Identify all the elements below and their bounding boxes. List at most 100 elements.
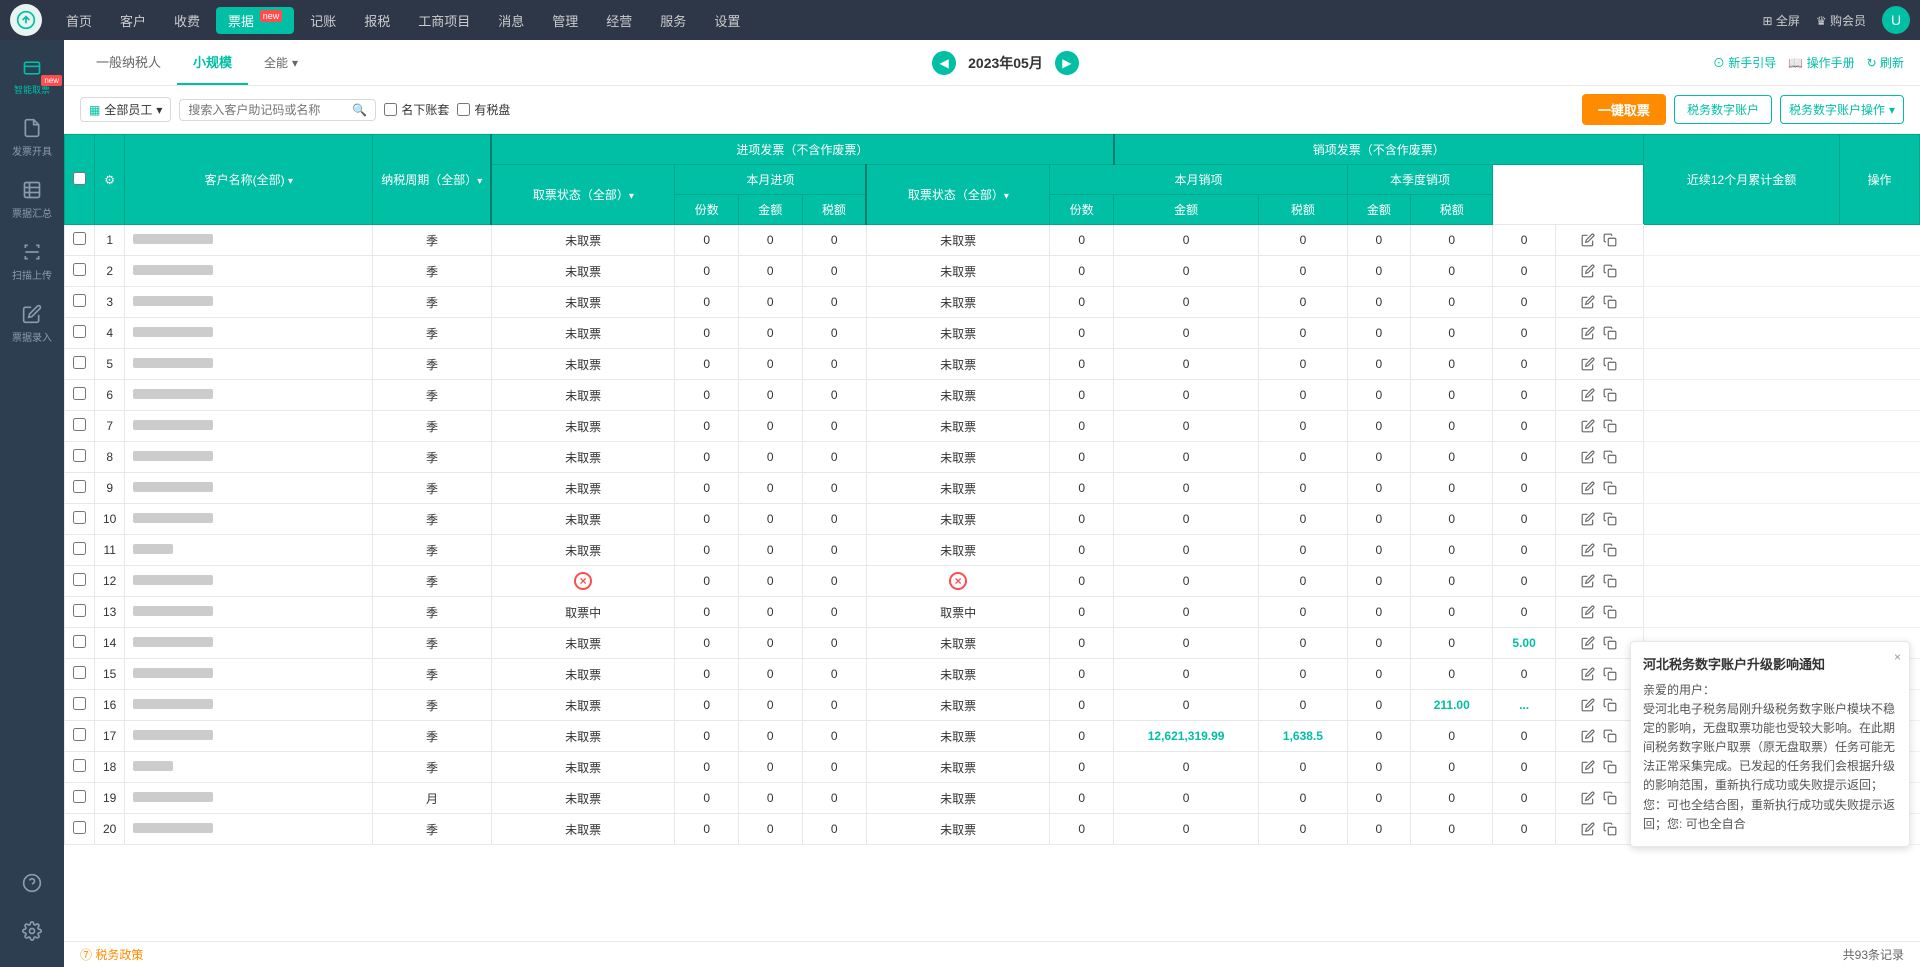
tab-all[interactable]: 全能 ▾ — [264, 54, 298, 71]
next-month-btn[interactable]: ▶ — [1055, 51, 1079, 75]
manual-btn[interactable]: 📖 操作手册 — [1788, 54, 1854, 71]
edit-btn[interactable] — [1579, 820, 1597, 838]
row-checkbox[interactable] — [73, 728, 86, 741]
copy-btn[interactable] — [1601, 479, 1619, 497]
member-btn[interactable]: ♛ 购会员 — [1816, 12, 1866, 29]
nav-management[interactable]: 管理 — [540, 7, 590, 34]
copy-btn[interactable] — [1601, 603, 1619, 621]
row-checkbox[interactable] — [73, 356, 86, 369]
row-checkbox[interactable] — [73, 821, 86, 834]
row-checkbox[interactable] — [73, 573, 86, 586]
search-box[interactable]: 🔍 — [179, 99, 376, 121]
nav-fee[interactable]: 收费 — [162, 7, 212, 34]
popup-close-btn[interactable]: × — [1894, 650, 1901, 664]
settings-icon[interactable]: ⚙ — [104, 173, 115, 187]
sidebar-bottom-help[interactable] — [14, 863, 50, 903]
row-checkbox-cell[interactable] — [65, 628, 95, 659]
copy-btn[interactable] — [1601, 355, 1619, 373]
nav-settings[interactable]: 设置 — [702, 7, 752, 34]
tax-policy-link[interactable]: ⑦ 税务政策 — [80, 946, 143, 963]
employee-filter[interactable]: ▦ 全部员工 ▾ — [80, 97, 171, 122]
row-checkbox-cell[interactable] — [65, 752, 95, 783]
edit-btn[interactable] — [1579, 541, 1597, 559]
copy-btn[interactable] — [1601, 634, 1619, 652]
nav-ticket[interactable]: 票据 new — [216, 7, 294, 34]
copy-btn[interactable] — [1601, 758, 1619, 776]
copy-btn[interactable] — [1601, 417, 1619, 435]
sidebar-item-entry[interactable]: 票据录入 — [0, 294, 64, 352]
copy-btn[interactable] — [1601, 541, 1619, 559]
row-checkbox[interactable] — [73, 232, 86, 245]
sidebar-item-invoice[interactable]: 发票开具 — [0, 108, 64, 166]
row-checkbox-cell[interactable] — [65, 566, 95, 597]
row-checkbox-cell[interactable] — [65, 411, 95, 442]
row-checkbox[interactable] — [73, 697, 86, 710]
edit-btn[interactable] — [1579, 665, 1597, 683]
row-checkbox[interactable] — [73, 294, 86, 307]
edit-btn[interactable] — [1579, 696, 1597, 714]
row-checkbox-cell[interactable] — [65, 659, 95, 690]
copy-btn[interactable] — [1601, 665, 1619, 683]
row-checkbox-cell[interactable] — [65, 690, 95, 721]
edit-btn[interactable] — [1579, 386, 1597, 404]
one-click-ticket-btn[interactable]: 一键取票 — [1582, 94, 1666, 125]
edit-btn[interactable] — [1579, 262, 1597, 280]
nav-operations[interactable]: 经营 — [594, 7, 644, 34]
row-checkbox-cell[interactable] — [65, 442, 95, 473]
row-checkbox-cell[interactable] — [65, 380, 95, 411]
edit-btn[interactable] — [1579, 758, 1597, 776]
copy-btn[interactable] — [1601, 820, 1619, 838]
sidebar-item-summary[interactable]: 票据汇总 — [0, 170, 64, 228]
edit-btn[interactable] — [1579, 417, 1597, 435]
row-checkbox-cell[interactable] — [65, 814, 95, 845]
row-checkbox[interactable] — [73, 263, 86, 276]
fullscreen-btn[interactable]: ⊞ 全屏 — [1762, 12, 1799, 29]
edit-btn[interactable] — [1579, 603, 1597, 621]
row-checkbox-cell[interactable] — [65, 535, 95, 566]
copy-btn[interactable] — [1601, 386, 1619, 404]
row-checkbox[interactable] — [73, 759, 86, 772]
row-checkbox-cell[interactable] — [65, 256, 95, 287]
row-checkbox[interactable] — [73, 511, 86, 524]
copy-btn[interactable] — [1601, 448, 1619, 466]
user-avatar[interactable]: U — [1882, 6, 1910, 34]
nav-service[interactable]: 服务 — [648, 7, 698, 34]
search-input[interactable] — [188, 103, 348, 117]
row-checkbox-cell[interactable] — [65, 597, 95, 628]
prev-month-btn[interactable]: ◀ — [932, 51, 956, 75]
edit-btn[interactable] — [1579, 510, 1597, 528]
edit-btn[interactable] — [1579, 634, 1597, 652]
row-checkbox[interactable] — [73, 542, 86, 555]
row-checkbox-cell[interactable] — [65, 721, 95, 752]
row-checkbox[interactable] — [73, 666, 86, 679]
tab-small-scale[interactable]: 小规模 — [177, 40, 248, 85]
digital-account-ops-btn[interactable]: 税务数字账户操作 ▾ — [1780, 95, 1904, 124]
checkbox-taxdisk[interactable]: 有税盘 — [457, 101, 510, 118]
nav-message[interactable]: 消息 — [486, 7, 536, 34]
checkbox-account[interactable]: 名下账套 — [384, 101, 449, 118]
edit-btn[interactable] — [1579, 324, 1597, 342]
copy-btn[interactable] — [1601, 293, 1619, 311]
row-checkbox-cell[interactable] — [65, 225, 95, 256]
copy-btn[interactable] — [1601, 696, 1619, 714]
row-checkbox-cell[interactable] — [65, 318, 95, 349]
digital-account-btn[interactable]: 税务数字账户 — [1674, 95, 1772, 124]
edit-btn[interactable] — [1579, 727, 1597, 745]
sidebar-item-smart-ticket[interactable]: 智能取票 new — [0, 48, 64, 104]
guide-btn[interactable]: ⊙ 新手引导 — [1713, 54, 1776, 71]
select-all-checkbox[interactable] — [73, 172, 86, 185]
copy-btn[interactable] — [1601, 324, 1619, 342]
nav-accounting[interactable]: 记账 — [298, 7, 348, 34]
edit-btn[interactable] — [1579, 355, 1597, 373]
row-checkbox-cell[interactable] — [65, 473, 95, 504]
copy-btn[interactable] — [1601, 262, 1619, 280]
nav-home[interactable]: 首页 — [54, 7, 104, 34]
edit-btn[interactable] — [1579, 448, 1597, 466]
row-checkbox[interactable] — [73, 387, 86, 400]
row-checkbox[interactable] — [73, 604, 86, 617]
row-checkbox-cell[interactable] — [65, 504, 95, 535]
row-checkbox[interactable] — [73, 480, 86, 493]
row-checkbox-cell[interactable] — [65, 349, 95, 380]
edit-btn[interactable] — [1579, 789, 1597, 807]
row-checkbox[interactable] — [73, 635, 86, 648]
